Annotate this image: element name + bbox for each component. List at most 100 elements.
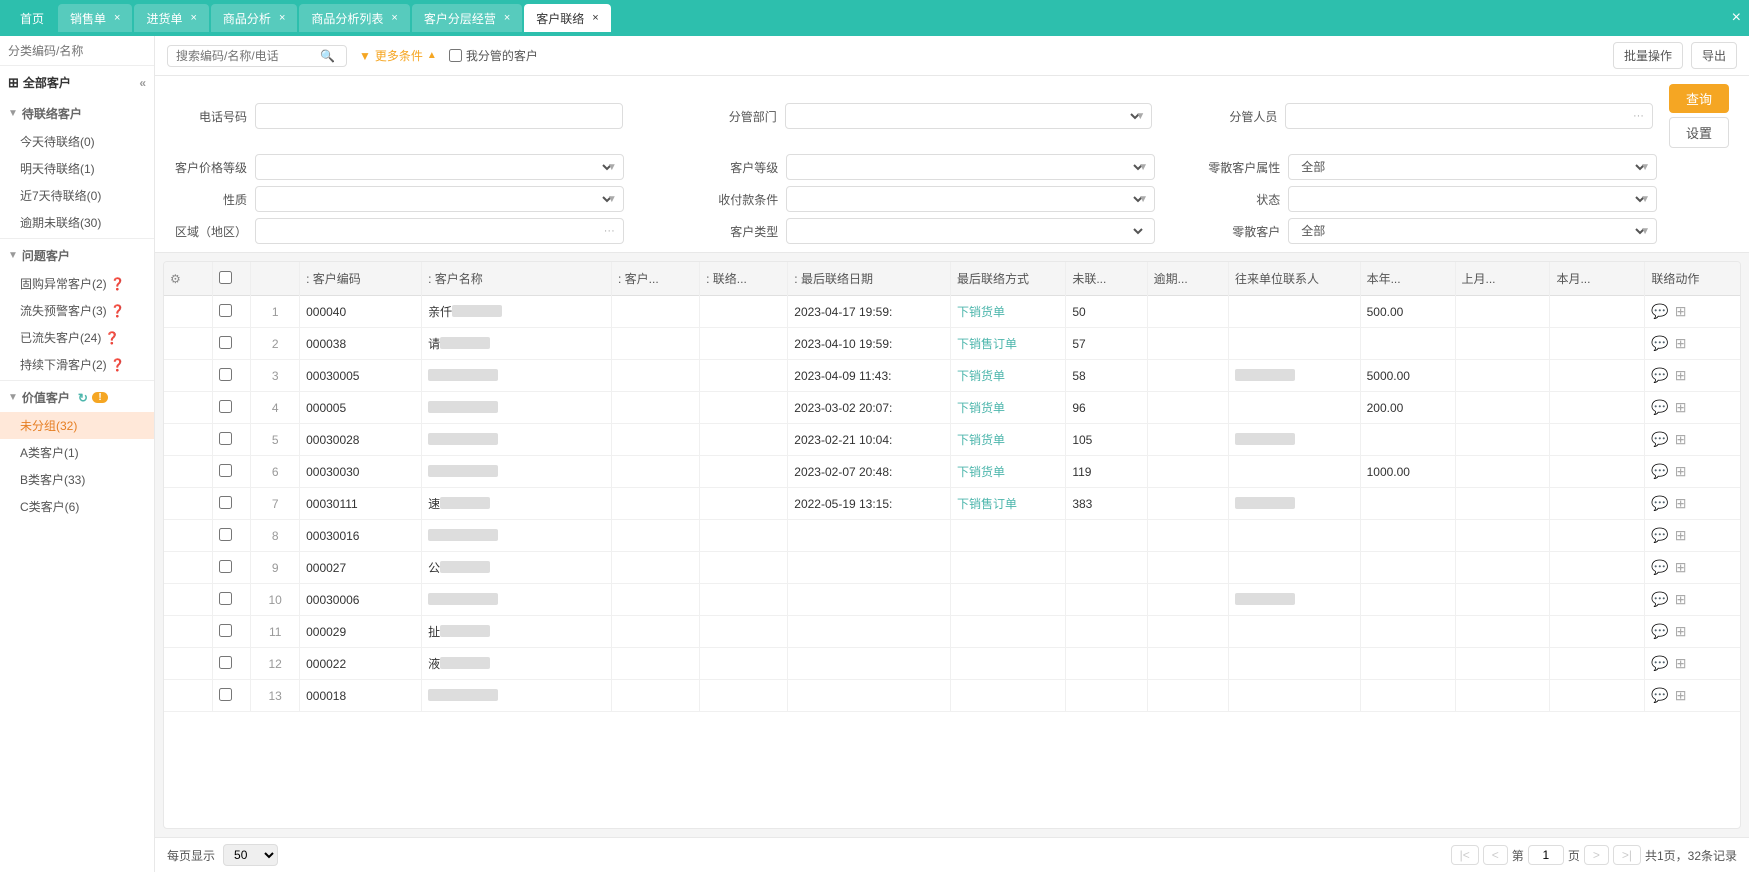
row-last-way-link[interactable]: 下销售订单: [957, 337, 1017, 351]
row-checkbox[interactable]: [219, 624, 232, 637]
tab-analysis-close[interactable]: ×: [279, 12, 285, 24]
sidebar-group-problem[interactable]: ▼ 问题客户: [0, 241, 154, 270]
contact-action-icon[interactable]: 💬: [1651, 335, 1668, 352]
contact-action-icon[interactable]: 💬: [1651, 495, 1668, 512]
th-ctype[interactable]: : 客户...: [612, 262, 700, 296]
contact-action-icon[interactable]: 💬: [1651, 559, 1668, 576]
contact-action-icon[interactable]: 💬: [1651, 591, 1668, 608]
prev-page-button[interactable]: <: [1483, 845, 1508, 865]
batch-ops-button[interactable]: 批量操作: [1613, 42, 1683, 69]
row-checkbox[interactable]: [219, 464, 232, 477]
scattered-attr-select-input[interactable]: 全部: [1297, 159, 1648, 175]
sidebar-item-b-class[interactable]: B类客户(33): [0, 466, 154, 493]
more-action-icon[interactable]: ⊞: [1675, 303, 1687, 320]
tab-purchase[interactable]: 进货单 ×: [134, 4, 208, 32]
sidebar-item-warning[interactable]: 流失预警客户(3) ❓: [0, 297, 154, 324]
th-code[interactable]: : 客户编码: [300, 262, 422, 296]
more-action-icon[interactable]: ⊞: [1675, 495, 1687, 512]
payment-select-input[interactable]: [795, 191, 1146, 207]
first-page-button[interactable]: |<: [1451, 845, 1479, 865]
select-all-checkbox[interactable]: [219, 271, 232, 284]
row-checkbox[interactable]: [219, 656, 232, 669]
dept-select-input[interactable]: [794, 108, 1144, 124]
my-customers-toggle[interactable]: 我分管的客户: [449, 47, 538, 64]
sidebar-item-a-class[interactable]: A类客户(1): [0, 439, 154, 466]
tab-sales[interactable]: 销售单 ×: [58, 4, 132, 32]
sidebar-group-value[interactable]: ▼ 价值客户 ↻ !: [0, 383, 154, 412]
tab-analysis[interactable]: 商品分析 ×: [211, 4, 297, 32]
th-lastmonth[interactable]: 上月...: [1455, 262, 1550, 296]
row-last-way-link[interactable]: 下销货单: [957, 401, 1005, 415]
more-action-icon[interactable]: ⊞: [1675, 399, 1687, 416]
more-action-icon[interactable]: ⊞: [1675, 335, 1687, 352]
next-page-button[interactable]: >: [1584, 845, 1609, 865]
row-last-way-link[interactable]: 下销货单: [957, 369, 1005, 383]
sidebar-group-pending[interactable]: ▼ 待联络客户: [0, 99, 154, 128]
tab-analysis-list[interactable]: 商品分析列表 ×: [299, 4, 409, 32]
customer-type-select-input[interactable]: [795, 223, 1146, 239]
th-name[interactable]: : 客户名称: [422, 262, 612, 296]
more-action-icon[interactable]: ⊞: [1675, 591, 1687, 608]
th-lastway[interactable]: 最后联络方式: [951, 262, 1066, 296]
contact-action-icon[interactable]: 💬: [1651, 399, 1668, 416]
sidebar-search-input[interactable]: [8, 44, 155, 58]
contact-action-icon[interactable]: 💬: [1651, 687, 1668, 704]
sidebar-item-tomorrow-pending[interactable]: 明天待联络(1): [0, 155, 154, 182]
row-last-way-link[interactable]: 下销货单: [957, 305, 1005, 319]
tab-sales-close[interactable]: ×: [114, 12, 120, 24]
th-lastdate[interactable]: : 最后联络日期: [788, 262, 951, 296]
sidebar-item-ungroup[interactable]: 未分组(32): [0, 412, 154, 439]
row-checkbox[interactable]: [219, 560, 232, 573]
th-thisyear[interactable]: 本年...: [1360, 262, 1455, 296]
th-partner[interactable]: 往来单位联系人: [1229, 262, 1361, 296]
row-checkbox[interactable]: [219, 592, 232, 605]
filter-search-icon[interactable]: 🔍: [320, 49, 335, 63]
page-size-select[interactable]: 50 10 20 100: [223, 844, 278, 866]
sidebar-item-overdue-pending[interactable]: 逾期未联络(30): [0, 209, 154, 236]
sidebar-item-lost[interactable]: 已流失客户(24) ❓: [0, 324, 154, 351]
status-select-input[interactable]: [1297, 191, 1648, 207]
th-unlink[interactable]: 未联...: [1066, 262, 1147, 296]
tab-customer-manager-close[interactable]: ×: [504, 12, 510, 24]
contact-action-icon[interactable]: 💬: [1651, 303, 1668, 320]
contact-action-icon[interactable]: 💬: [1651, 527, 1668, 544]
row-checkbox[interactable]: [219, 400, 232, 413]
row-checkbox[interactable]: [219, 496, 232, 509]
row-last-way-link[interactable]: 下销货单: [957, 433, 1005, 447]
contact-action-icon[interactable]: 💬: [1651, 463, 1668, 480]
customer-grade-select-input[interactable]: [795, 159, 1146, 175]
phone-field[interactable]: [264, 109, 614, 123]
th-contact[interactable]: : 联络...: [700, 262, 788, 296]
close-all-tabs[interactable]: ×: [1732, 9, 1741, 27]
tab-customer-manager[interactable]: 客户分层经营 ×: [412, 4, 522, 32]
contact-action-icon[interactable]: 💬: [1651, 623, 1668, 640]
row-checkbox[interactable]: [219, 432, 232, 445]
tab-purchase-close[interactable]: ×: [190, 12, 196, 24]
my-customers-checkbox[interactable]: [449, 49, 462, 62]
export-button[interactable]: 导出: [1691, 42, 1737, 69]
gear-icon[interactable]: ⚙: [170, 272, 181, 286]
search-button[interactable]: 查询: [1669, 84, 1729, 113]
sidebar-all-customers[interactable]: ⊞ 全部客户 «: [0, 66, 154, 99]
more-action-icon[interactable]: ⊞: [1675, 687, 1687, 704]
region-field[interactable]: [264, 224, 604, 238]
row-checkbox[interactable]: [219, 528, 232, 541]
contact-action-icon[interactable]: 💬: [1651, 655, 1668, 672]
price-grade-select-input[interactable]: [264, 159, 615, 175]
reset-button[interactable]: 设置: [1669, 117, 1729, 148]
row-last-way-link[interactable]: 下销售订单: [957, 497, 1017, 511]
scattered-select-input[interactable]: 全部: [1297, 223, 1648, 239]
more-action-icon[interactable]: ⊞: [1675, 623, 1687, 640]
tab-home[interactable]: 首页: [8, 4, 56, 32]
th-overdue[interactable]: 逾期...: [1147, 262, 1228, 296]
more-action-icon[interactable]: ⊞: [1675, 463, 1687, 480]
more-action-icon[interactable]: ⊞: [1675, 527, 1687, 544]
more-action-icon[interactable]: ⊞: [1675, 655, 1687, 672]
more-conditions-btn[interactable]: ▼ 更多条件 ▲: [359, 47, 437, 64]
nature-select-input[interactable]: [264, 191, 615, 207]
row-checkbox[interactable]: [219, 368, 232, 381]
sidebar-item-declining[interactable]: 持续下滑客户(2) ❓: [0, 351, 154, 378]
contact-action-icon[interactable]: 💬: [1651, 367, 1668, 384]
row-last-way-link[interactable]: 下销货单: [957, 465, 1005, 479]
tab-customer-contact-close[interactable]: ×: [592, 12, 598, 24]
